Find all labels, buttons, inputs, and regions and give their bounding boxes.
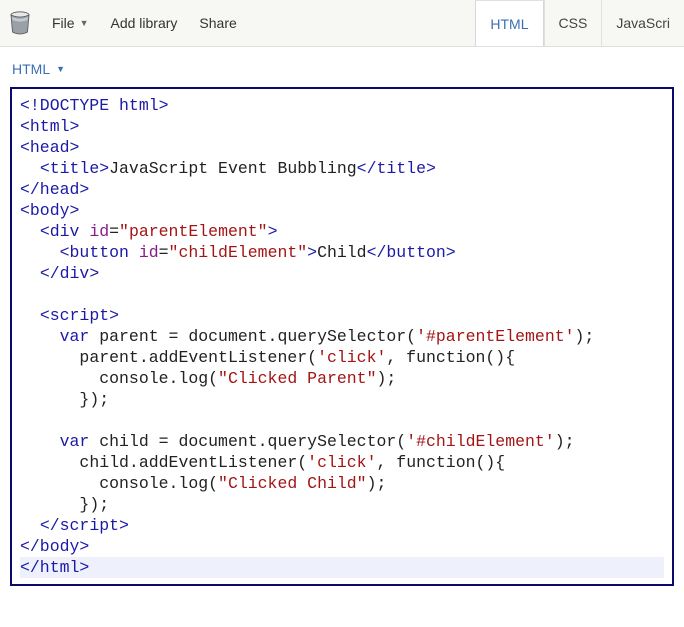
tab-html-label: HTML	[490, 16, 528, 32]
code-token: 'click'	[317, 348, 386, 367]
file-menu[interactable]: File ▼	[50, 11, 90, 35]
code-token: );	[367, 474, 387, 493]
code-token: "Clicked Child"	[218, 474, 367, 493]
tab-js-label: JavaScri	[616, 15, 670, 31]
code-token: id	[79, 222, 109, 241]
tab-html[interactable]: HTML	[475, 0, 543, 46]
code-token: child.addEventListener(	[79, 453, 307, 472]
code-token: <head>	[20, 138, 79, 157]
code-token: parent = document.querySelector(	[89, 327, 416, 346]
code-token: </body>	[20, 537, 89, 556]
tab-javascript[interactable]: JavaScri	[601, 0, 684, 46]
code-token: id	[129, 243, 159, 262]
code-token: console.log(	[99, 474, 218, 493]
add-library-button[interactable]: Add library	[108, 11, 179, 35]
share-button[interactable]: Share	[197, 11, 238, 35]
code-token: , function(){	[376, 453, 505, 472]
panel-language-selector[interactable]: HTML ▼	[12, 61, 65, 77]
code-token: >	[268, 222, 278, 241]
code-token: =	[159, 243, 169, 262]
code-token: </div>	[40, 264, 99, 283]
panel-tab-row: HTML ▼	[0, 47, 684, 87]
jsbin-logo-icon[interactable]	[8, 9, 32, 37]
code-token: "childElement"	[169, 243, 308, 262]
file-menu-label: File	[52, 15, 75, 31]
code-token: <title>	[40, 159, 109, 178]
code-token: );	[575, 327, 595, 346]
add-library-label: Add library	[110, 15, 177, 31]
code-token: });	[79, 390, 109, 409]
code-token: var	[60, 432, 90, 451]
code-token: "parentElement"	[119, 222, 268, 241]
code-token: </html>	[20, 558, 89, 577]
code-token: </head>	[20, 180, 89, 199]
code-token: >	[307, 243, 317, 262]
code-token: );	[376, 369, 396, 388]
code-token: parent.addEventListener(	[79, 348, 317, 367]
code-token: =	[109, 222, 119, 241]
code-token: Child	[317, 243, 367, 262]
code-token: <button	[60, 243, 129, 262]
code-token: <body>	[20, 201, 79, 220]
code-token: "Clicked Parent"	[218, 369, 376, 388]
code-token: <!DOCTYPE html>	[20, 96, 169, 115]
caret-down-icon: ▼	[80, 18, 89, 28]
code-editor[interactable]: <!DOCTYPE html> <html> <head> <title>Jav…	[10, 87, 674, 586]
share-label: Share	[199, 15, 236, 31]
code-token: </script>	[40, 516, 129, 535]
tab-css[interactable]: CSS	[544, 0, 602, 46]
caret-down-icon: ▼	[56, 64, 65, 74]
code-token: '#parentElement'	[416, 327, 574, 346]
view-tabs: HTML CSS JavaScri	[475, 0, 684, 46]
code-token: <div	[40, 222, 80, 241]
main-toolbar: File ▼ Add library Share HTML CSS JavaSc…	[0, 0, 684, 47]
code-token: <html>	[20, 117, 79, 136]
code-token: JavaScript Event Bubbling	[109, 159, 357, 178]
panel-language-label: HTML	[12, 61, 50, 77]
code-token: console.log(	[99, 369, 218, 388]
tab-css-label: CSS	[559, 15, 588, 31]
code-token: 'click'	[307, 453, 376, 472]
code-token: child = document.querySelector(	[89, 432, 406, 451]
code-token: var	[60, 327, 90, 346]
code-token: , function(){	[386, 348, 515, 367]
code-token: <script>	[40, 306, 119, 325]
code-token: </title>	[357, 159, 436, 178]
code-token: );	[555, 432, 575, 451]
code-token: '#childElement'	[406, 432, 555, 451]
code-token: });	[79, 495, 109, 514]
code-token: </button>	[367, 243, 456, 262]
